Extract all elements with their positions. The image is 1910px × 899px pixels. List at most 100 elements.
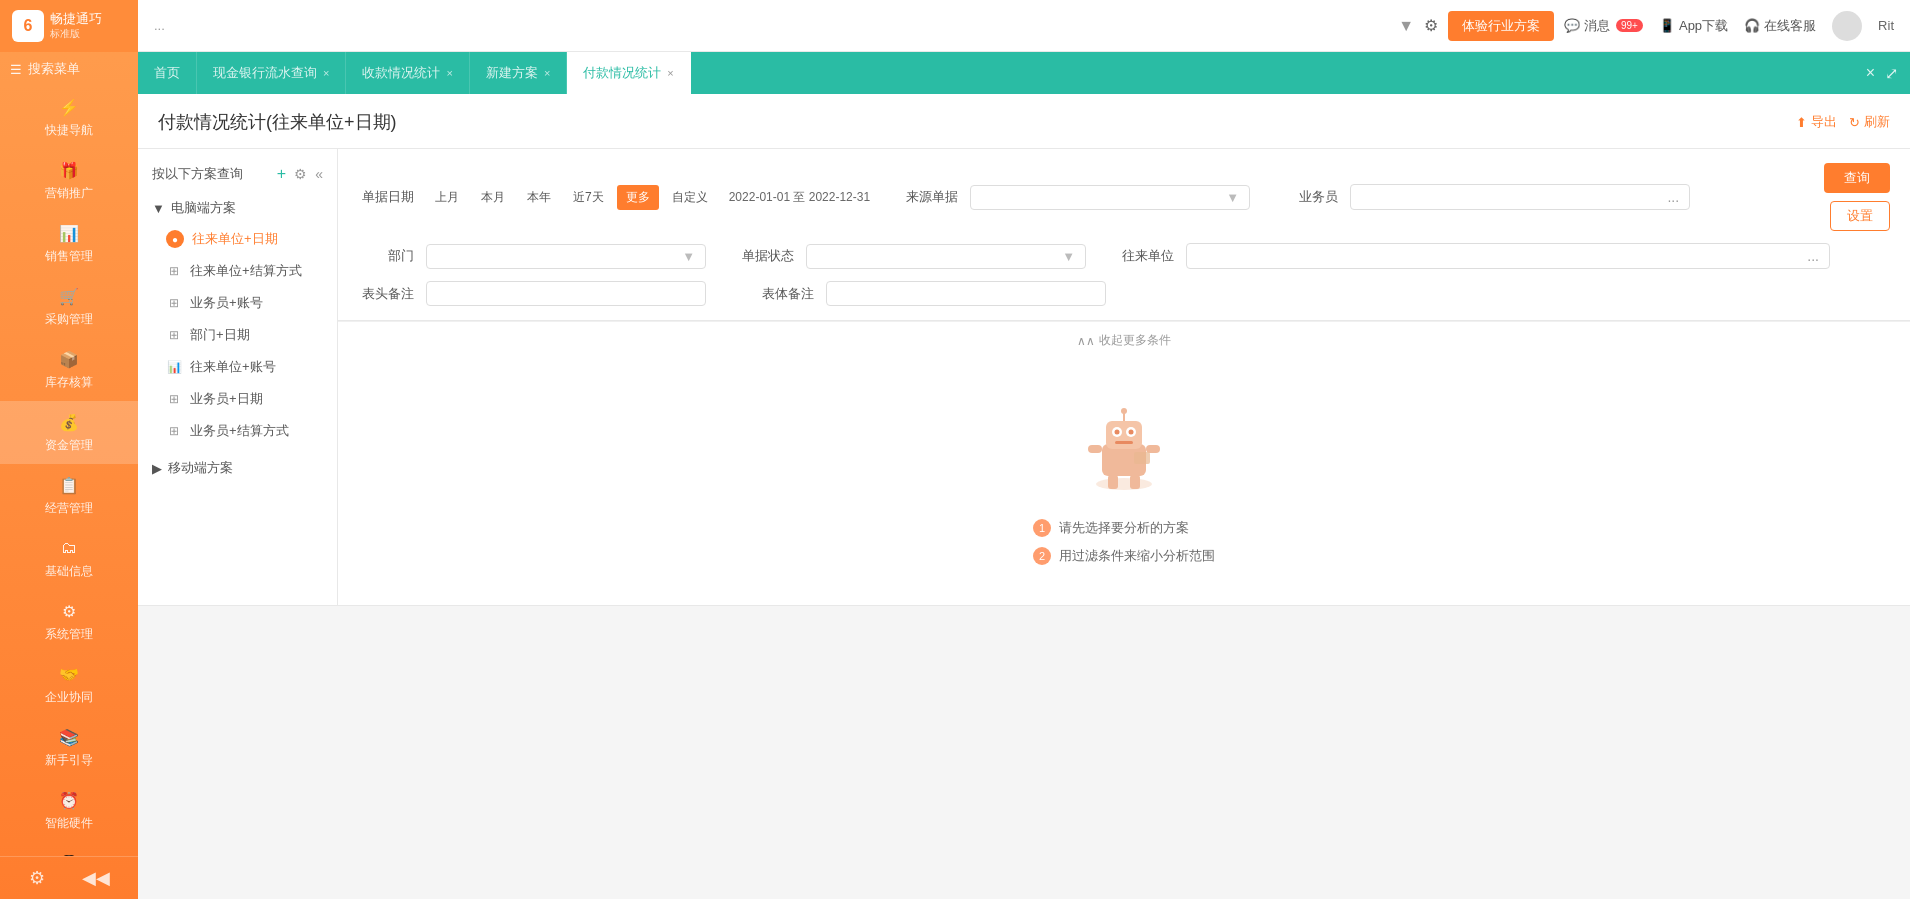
dept-select[interactable]: ▼ xyxy=(426,244,706,269)
sidebar-item-quick-nav[interactable]: ⚡ 快捷导航 xyxy=(0,86,138,149)
scheme-table-icon: ⊞ xyxy=(166,391,182,407)
collapse-bar[interactable]: ∧∧ 收起更多条件 xyxy=(338,321,1910,359)
svg-rect-11 xyxy=(1130,475,1140,489)
dept-label: 部门 xyxy=(358,247,414,265)
collapse-label: 收起更多条件 xyxy=(1099,332,1171,349)
sidebar-item-wechat[interactable]: 💬 企业微信 xyxy=(0,842,138,856)
date-custom[interactable]: 自定义 xyxy=(663,185,717,210)
window-close-btn[interactable]: × xyxy=(1866,64,1875,82)
tab-bank-flow[interactable]: 现金银行流水查询 × xyxy=(197,52,346,94)
tab-receipt-stats[interactable]: 收款情况统计 × xyxy=(346,52,469,94)
staff-dots[interactable]: ... xyxy=(1667,189,1679,205)
empty-illustration xyxy=(1074,399,1174,499)
filter-settings-btn[interactable]: 设置 xyxy=(1830,201,1890,231)
staff-label: 业务员 xyxy=(1282,188,1338,206)
sidebar-item-system[interactable]: ⚙ 系统管理 xyxy=(0,590,138,653)
partner-label: 往来单位 xyxy=(1118,247,1174,265)
sidebar-item-operation[interactable]: 📋 经营管理 xyxy=(0,464,138,527)
scheme-item-staff-date[interactable]: ⊞ 业务员+日期 xyxy=(138,383,337,415)
hint-text-1: 请先选择要分析的方案 xyxy=(1059,519,1189,537)
date-this-month[interactable]: 本月 xyxy=(472,185,514,210)
message-btn[interactable]: 💬 消息 99+ xyxy=(1564,17,1643,35)
body-note-input[interactable] xyxy=(826,281,1106,306)
topbar-right: 💬 消息 99+ 📱 App下载 🎧 在线客服 Rit xyxy=(1564,11,1894,41)
doc-status-label: 单据状态 xyxy=(738,247,794,265)
sidebar-item-hardware[interactable]: ⏰ 智能硬件 xyxy=(0,779,138,842)
query-section: 查询 设置 xyxy=(1824,163,1890,231)
tabbar-actions: × ⤢ xyxy=(1854,52,1910,94)
tab-new-scheme-close[interactable]: × xyxy=(544,68,550,79)
sidebar-item-label: 营销推广 xyxy=(45,185,93,202)
message-badge: 99+ xyxy=(1616,19,1643,32)
source-doc-dropdown-icon: ▼ xyxy=(1226,190,1239,205)
date-last-7[interactable]: 近7天 xyxy=(564,185,613,210)
sidebar-item-enterprise[interactable]: 🤝 企业协同 xyxy=(0,653,138,716)
sidebar-logo: 6 畅捷通巧 标准版 xyxy=(0,0,138,52)
sidebar-collapse-btn[interactable]: ◀◀ xyxy=(82,867,110,889)
query-btn[interactable]: 查询 xyxy=(1824,163,1890,193)
date-last-month[interactable]: 上月 xyxy=(426,185,468,210)
window-expand-btn[interactable]: ⤢ xyxy=(1885,64,1898,83)
empty-state: 1 请先选择要分析的方案 2 用过滤条件来缩小分析范围 xyxy=(338,359,1910,605)
page-content: 付款情况统计(往来单位+日期) ⬆ 导出 ↻ 刷新 按以下方案查询 + xyxy=(138,94,1910,899)
search-menu-label: 搜索菜单 xyxy=(28,60,80,78)
scheme-item-dept-date[interactable]: ⊞ 部门+日期 xyxy=(138,319,337,351)
active-scheme-circle: ● xyxy=(166,230,184,248)
tab-payment-stats-close[interactable]: × xyxy=(667,68,673,79)
user-name: Rit xyxy=(1878,18,1894,33)
user-avatar[interactable] xyxy=(1832,11,1862,41)
sales-icon: 📊 xyxy=(58,222,80,244)
trial-btn[interactable]: 体验行业方案 xyxy=(1448,11,1554,41)
date-more[interactable]: 更多 xyxy=(617,185,659,210)
tab-bank-flow-close[interactable]: × xyxy=(323,68,329,79)
logo-name: 畅捷通巧 xyxy=(50,11,102,28)
desktop-section-arrow: ▼ xyxy=(152,201,165,216)
search-menu-icon: ☰ xyxy=(10,62,22,77)
scheme-settings-btn[interactable]: ⚙ xyxy=(294,166,307,182)
sidebar-item-sales[interactable]: 📊 销售管理 xyxy=(0,212,138,275)
app-download-btn[interactable]: 📱 App下载 xyxy=(1659,17,1728,35)
export-btn[interactable]: ⬆ 导出 xyxy=(1796,113,1837,131)
scheme-item-partner-account[interactable]: 📊 往来单位+账号 xyxy=(138,351,337,383)
doc-status-select[interactable]: ▼ xyxy=(806,244,1086,269)
tab-new-scheme[interactable]: 新建方案 × xyxy=(470,52,567,94)
sidebar-item-inventory[interactable]: 📦 库存核算 xyxy=(0,338,138,401)
tab-receipt-stats-close[interactable]: × xyxy=(446,68,452,79)
refresh-btn[interactable]: ↻ 刷新 xyxy=(1849,113,1890,131)
desktop-section[interactable]: ▼ 电脑端方案 xyxy=(138,193,337,223)
sidebar-item-label: 企业协同 xyxy=(45,689,93,706)
scheme-item-partner-settle[interactable]: ⊞ 往来单位+结算方式 xyxy=(138,255,337,287)
mobile-section[interactable]: ▶ 移动端方案 xyxy=(138,453,337,483)
header-note-input[interactable] xyxy=(426,281,706,306)
sidebar-item-guide[interactable]: 📚 新手引导 xyxy=(0,716,138,779)
scheme-item-staff-account[interactable]: ⊞ 业务员+账号 xyxy=(138,287,337,319)
tab-receipt-stats-label: 收款情况统计 xyxy=(362,64,440,82)
date-label: 单据日期 xyxy=(358,188,414,206)
tab-new-scheme-label: 新建方案 xyxy=(486,64,538,82)
tab-payment-stats[interactable]: 付款情况统计 × xyxy=(567,52,690,94)
sidebar-settings-btn[interactable]: ⚙ xyxy=(29,867,45,889)
source-doc-select[interactable]: ▼ xyxy=(970,185,1250,210)
date-this-year[interactable]: 本年 xyxy=(518,185,560,210)
partner-select[interactable]: ... xyxy=(1186,243,1830,269)
sidebar-item-basic-info[interactable]: 🗂 基础信息 xyxy=(0,527,138,590)
search-menu[interactable]: ☰ 搜索菜单 xyxy=(0,52,138,86)
partner-dots[interactable]: ... xyxy=(1807,248,1819,264)
topbar-settings-icon[interactable]: ⚙ xyxy=(1424,16,1438,35)
staff-select[interactable]: ... xyxy=(1350,184,1690,210)
tab-home[interactable]: 首页 xyxy=(138,52,197,94)
empty-hint-2: 2 用过滤条件来缩小分析范围 xyxy=(1033,547,1215,565)
scheme-item-label: 往来单位+账号 xyxy=(190,358,276,376)
hardware-icon: ⏰ xyxy=(58,789,80,811)
sidebar-item-finance[interactable]: 💰 资金管理 xyxy=(0,401,138,464)
sidebar-item-marketing[interactable]: 🎁 营销推广 xyxy=(0,149,138,212)
online-service-btn[interactable]: 🎧 在线客服 xyxy=(1744,17,1816,35)
scheme-collapse-btn[interactable]: « xyxy=(315,166,323,182)
sidebar-item-purchase[interactable]: 🛒 采购管理 xyxy=(0,275,138,338)
header-note-label: 表头备注 xyxy=(358,285,414,303)
sidebar-item-label: 库存核算 xyxy=(45,374,93,391)
scheme-add-btn[interactable]: + xyxy=(277,165,286,183)
scheme-item-partner-date[interactable]: ● 往来单位+日期 xyxy=(138,223,337,255)
svg-point-9 xyxy=(1121,408,1127,414)
scheme-item-staff-settle[interactable]: ⊞ 业务员+结算方式 xyxy=(138,415,337,447)
